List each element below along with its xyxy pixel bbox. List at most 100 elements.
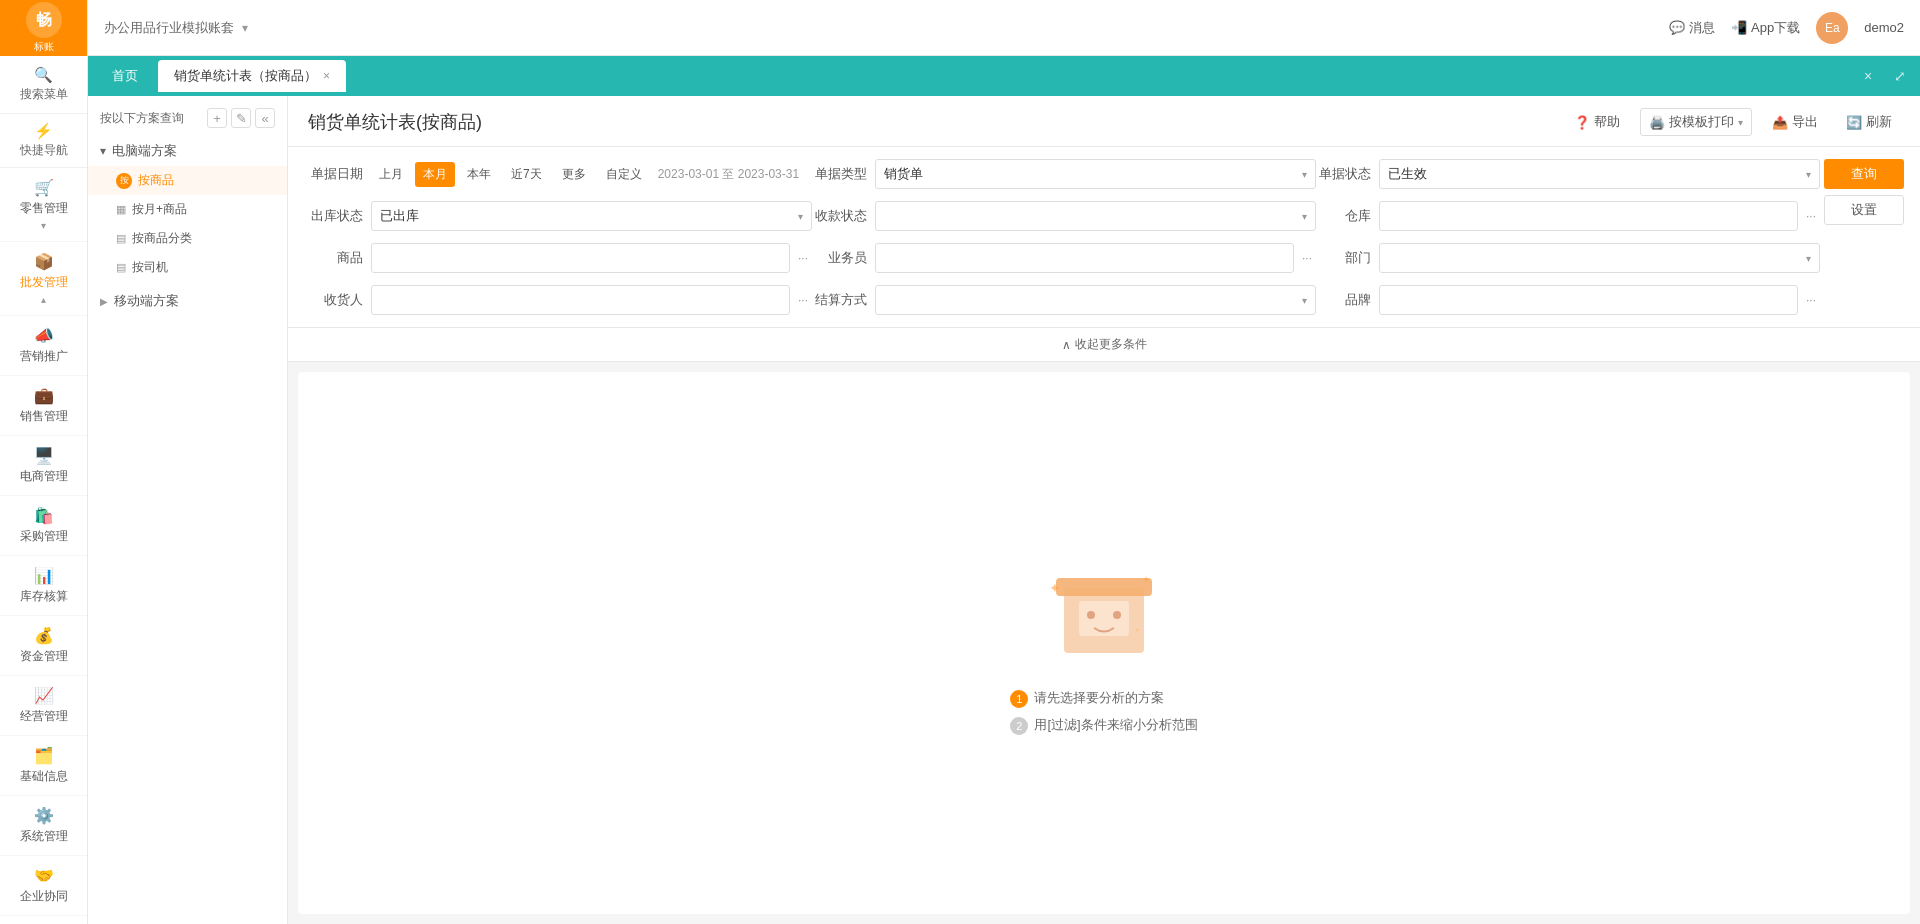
sidebar-item-operations[interactable]: 📈 经营管理 bbox=[0, 676, 87, 736]
filter-collectstatus-item: 收款状态 ▾ bbox=[812, 201, 1316, 231]
product-dots[interactable]: ··· bbox=[794, 251, 812, 265]
help-btn[interactable]: ❓ 帮助 bbox=[1566, 109, 1628, 135]
sidebar: 畅 标账 🔍 搜索菜单 ⚡ 快捷导航 🛒 零售管理 ▾ 📦 批发管理 ▴ 📣 营… bbox=[0, 0, 88, 924]
scheme-icon: 按 bbox=[116, 173, 132, 189]
topbar-right: 💬 消息 📲 App下载 Ea demo2 bbox=[1669, 12, 1904, 44]
warehouse-input[interactable] bbox=[1379, 201, 1798, 231]
window-controls: × ⤢ bbox=[1856, 64, 1912, 88]
username-label[interactable]: demo2 bbox=[1864, 20, 1904, 35]
empty-hint-2: 2 用[过滤]条件来缩小分析范围 bbox=[1010, 716, 1197, 735]
salesman-dots[interactable]: ··· bbox=[1298, 251, 1316, 265]
filter-date-item: 单据日期 上月 本月 本年 近7天 更多 自定义 2023-03-01 至 20… bbox=[308, 159, 812, 189]
add-scheme-btn[interactable]: + bbox=[207, 108, 227, 128]
svg-text:✦: ✦ bbox=[1049, 580, 1061, 596]
sidebar-item-finance[interactable]: 💰 资金管理 bbox=[0, 616, 87, 676]
main-content: 办公用品行业模拟账套 ▾ 💬 消息 📲 App下载 Ea demo2 首页 销货… bbox=[88, 0, 1920, 924]
filter-warehouse-item: 仓库 ··· bbox=[1316, 201, 1820, 231]
content-area: 按以下方案查询 + ✎ « ▾ 电脑端方案 按 按商品 ▦ 按月+ bbox=[88, 96, 1920, 924]
scheme-by-product[interactable]: 按 按商品 bbox=[88, 166, 287, 195]
print-btn[interactable]: 🖨️ 按模板打印 ▾ bbox=[1640, 108, 1752, 136]
query-button[interactable]: 查询 bbox=[1824, 159, 1904, 189]
app-download-btn[interactable]: 📲 App下载 bbox=[1731, 19, 1800, 37]
docstatus-select[interactable]: 已生效 ▾ bbox=[1379, 159, 1820, 189]
sidebar-item-retail[interactable]: 🛒 零售管理 ▾ bbox=[0, 168, 87, 242]
doctype-arrow: ▾ bbox=[1302, 169, 1307, 180]
brand-dots[interactable]: ··· bbox=[1802, 293, 1820, 307]
sidebar-item-ecommerce[interactable]: 🖥️ 电商管理 bbox=[0, 436, 87, 496]
sidebar-item-marketing[interactable]: 📣 营销推广 bbox=[0, 316, 87, 376]
collapse-panel-btn[interactable]: « bbox=[255, 108, 275, 128]
custom-date-btn[interactable]: 自定义 bbox=[598, 162, 650, 187]
sidebar-item-basic[interactable]: 🗂️ 基础信息 bbox=[0, 736, 87, 796]
collapse-up-icon: ∧ bbox=[1062, 338, 1071, 352]
app-title: 办公用品行业模拟账套 bbox=[104, 19, 234, 37]
recipient-dots[interactable]: ··· bbox=[794, 293, 812, 307]
sales-icon: 💼 bbox=[34, 386, 54, 405]
sidebar-item-inventory[interactable]: 📊 库存核算 bbox=[0, 556, 87, 616]
export-icon: 📤 bbox=[1772, 115, 1788, 130]
brand-input[interactable] bbox=[1379, 285, 1798, 315]
refresh-btn[interactable]: 🔄 刷新 bbox=[1838, 109, 1900, 135]
filter-salesman-item: 业务员 ··· bbox=[812, 243, 1316, 273]
edit-scheme-btn[interactable]: ✎ bbox=[231, 108, 251, 128]
export-btn[interactable]: 📤 导出 bbox=[1764, 109, 1826, 135]
filter-docstatus-item: 单据状态 已生效 ▾ bbox=[1316, 159, 1820, 189]
payment-select[interactable]: ▾ bbox=[875, 285, 1316, 315]
app-logo[interactable]: 畅 标账 bbox=[0, 0, 87, 56]
last7-btn[interactable]: 近7天 bbox=[503, 162, 550, 187]
this-year-btn[interactable]: 本年 bbox=[459, 162, 499, 187]
filter-grid: 单据日期 上月 本月 本年 近7天 更多 自定义 2023-03-01 至 20… bbox=[288, 147, 1920, 327]
docstatus-arrow: ▾ bbox=[1806, 169, 1811, 180]
sidebar-menu: 🛒 零售管理 ▾ 📦 批发管理 ▴ 📣 营销推广 💼 销售管理 🖥️ 电商管理 … bbox=[0, 168, 87, 924]
mobile-scheme-group[interactable]: ▶ 移动端方案 bbox=[88, 286, 287, 316]
payment-control: ▾ bbox=[875, 285, 1316, 315]
quick-nav[interactable]: ⚡ 快捷导航 bbox=[0, 114, 87, 168]
warehouse-label: 仓库 bbox=[1316, 207, 1371, 225]
page-header: 销货单统计表(按商品) ❓ 帮助 🖨️ 按模板打印 ▾ 📤 导出 bbox=[288, 96, 1920, 147]
settings-button[interactable]: 设置 bbox=[1824, 195, 1904, 225]
title-dropdown[interactable]: ▾ bbox=[242, 21, 248, 35]
recipient-label: 收货人 bbox=[308, 291, 363, 309]
user-avatar[interactable]: Ea bbox=[1816, 12, 1848, 44]
tab-home[interactable]: 首页 bbox=[96, 60, 154, 92]
empty-svg: ✦ ✦ ✦ bbox=[1034, 543, 1174, 673]
scheme-by-month-product[interactable]: ▦ 按月+商品 bbox=[88, 195, 287, 224]
last-month-btn[interactable]: 上月 bbox=[371, 162, 411, 187]
sidebar-item-guide[interactable]: 🆕 新手引导 bbox=[0, 916, 87, 924]
sidebar-item-enterprise[interactable]: 🤝 企业协同 bbox=[0, 856, 87, 916]
scheme-by-cashier[interactable]: ▤ 按司机 bbox=[88, 253, 287, 282]
sidebar-item-sales[interactable]: 💼 销售管理 bbox=[0, 376, 87, 436]
window-maximize-btn[interactable]: ⤢ bbox=[1888, 64, 1912, 88]
tab-sales-stats[interactable]: 销货单统计表（按商品） × bbox=[158, 60, 346, 92]
tab-close-btn[interactable]: × bbox=[323, 69, 330, 83]
collapse-bar[interactable]: ∧ 收起更多条件 bbox=[288, 328, 1920, 362]
sidebar-item-system[interactable]: ⚙️ 系统管理 bbox=[0, 796, 87, 856]
more-date-btn[interactable]: 更多 bbox=[554, 162, 594, 187]
pc-group-header[interactable]: ▾ 电脑端方案 bbox=[88, 136, 287, 166]
filter-recipient-item: 收货人 ··· bbox=[308, 285, 812, 315]
warehouse-dots[interactable]: ··· bbox=[1802, 209, 1820, 223]
retail-icon: 🛒 bbox=[34, 178, 54, 197]
this-month-btn[interactable]: 本月 bbox=[415, 162, 455, 187]
outstatus-select[interactable]: 已出库 ▾ bbox=[371, 201, 812, 231]
salesman-input[interactable] bbox=[875, 243, 1294, 273]
message-btn[interactable]: 💬 消息 bbox=[1669, 19, 1715, 37]
scheme-by-category[interactable]: ▤ 按商品分类 bbox=[88, 224, 287, 253]
sidebar-item-wholesale[interactable]: 📦 批发管理 ▴ bbox=[0, 242, 87, 316]
product-input[interactable] bbox=[371, 243, 790, 273]
logo-subtitle: 标账 bbox=[34, 40, 54, 54]
payment-arrow: ▾ bbox=[1302, 295, 1307, 306]
department-select[interactable]: ▾ bbox=[1379, 243, 1820, 273]
brand-control: ··· bbox=[1379, 285, 1820, 315]
filter-outstatus-item: 出库状态 已出库 ▾ bbox=[308, 201, 812, 231]
doctype-select[interactable]: 销货单 ▾ bbox=[875, 159, 1316, 189]
collectstatus-select[interactable]: ▾ bbox=[875, 201, 1316, 231]
outstatus-arrow: ▾ bbox=[798, 211, 803, 222]
department-control: ▾ bbox=[1379, 243, 1820, 273]
filter-panel-actions: + ✎ « bbox=[207, 108, 275, 128]
recipient-input[interactable] bbox=[371, 285, 790, 315]
filter-row-4: 收货人 ··· 结算方式 ▾ bbox=[308, 285, 1820, 315]
search-menu[interactable]: 🔍 搜索菜单 bbox=[0, 56, 87, 114]
sidebar-item-purchase[interactable]: 🛍️ 采购管理 bbox=[0, 496, 87, 556]
window-close-btn[interactable]: × bbox=[1856, 64, 1880, 88]
